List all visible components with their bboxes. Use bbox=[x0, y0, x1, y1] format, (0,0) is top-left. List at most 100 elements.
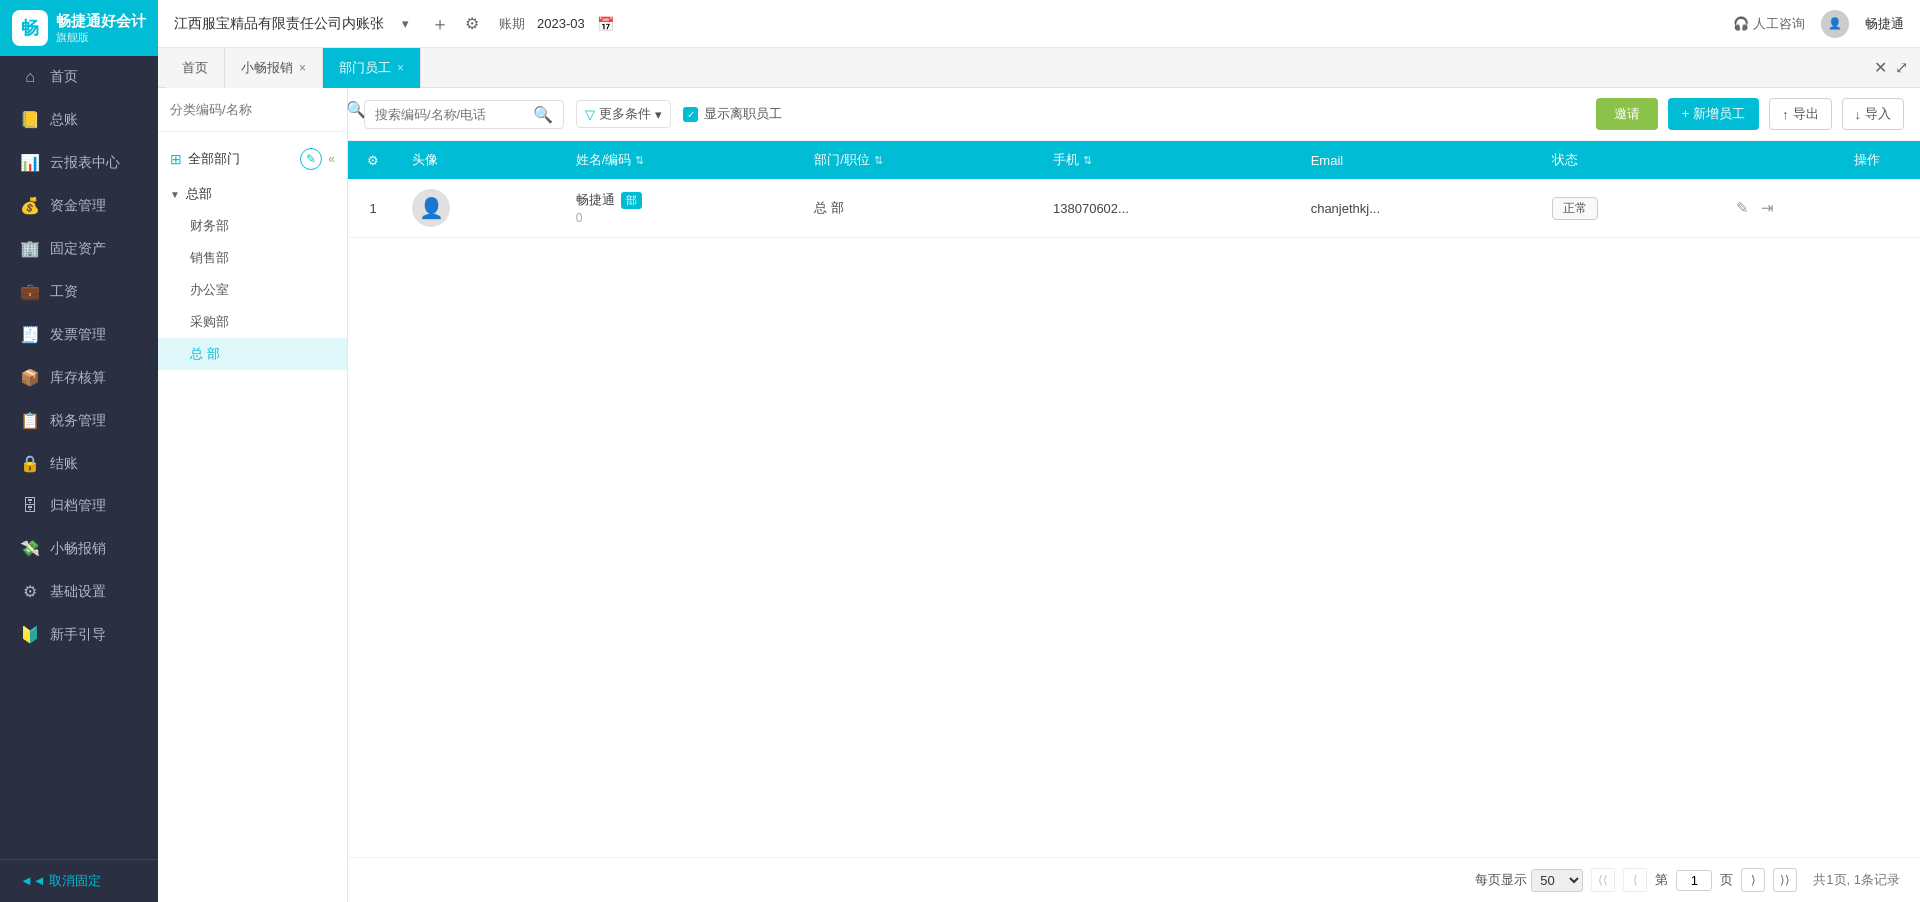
employee-name: 畅捷通 bbox=[576, 191, 615, 209]
sidebar-label-ledger: 总账 bbox=[50, 111, 78, 129]
content-area: 🔍 ⊞ 全部部门 ✎ « ▼ 总部 财务部 销售部 办公室 采购 bbox=[158, 88, 1920, 902]
tab-expense-close-icon[interactable]: × bbox=[299, 61, 306, 75]
dept-group-name: 总部 bbox=[186, 185, 212, 203]
dept-all-item[interactable]: ⊞ 全部部门 ✎ « bbox=[158, 140, 347, 178]
avatar-placeholder: 👤 bbox=[1828, 17, 1842, 30]
invite-btn[interactable]: 邀请 bbox=[1596, 98, 1658, 130]
cell-name: 畅捷通 部 0 bbox=[562, 179, 801, 238]
tab-expense-label: 小畅报销 bbox=[241, 59, 293, 77]
sidebar-item-guide[interactable]: 🔰 新手引导 bbox=[0, 613, 158, 656]
sidebar-label-invoice: 发票管理 bbox=[50, 326, 106, 344]
col-name[interactable]: 姓名/编码 ⇅ bbox=[562, 141, 801, 179]
last-page-btn[interactable]: ⟩⟩ bbox=[1773, 868, 1797, 892]
sidebar-item-settings[interactable]: ⚙ 基础设置 bbox=[0, 570, 158, 613]
col-name-sort-icon[interactable]: ⇅ bbox=[635, 154, 644, 166]
sidebar-item-inventory[interactable]: 📦 库存核算 bbox=[0, 356, 158, 399]
employee-code: 0 bbox=[576, 211, 787, 225]
dept-edit-btn[interactable]: ✎ bbox=[300, 148, 322, 170]
sidebar-item-funds[interactable]: 💰 资金管理 bbox=[0, 184, 158, 227]
export-icon: ↑ bbox=[1782, 107, 1789, 122]
col-phone-sort-icon[interactable]: ⇅ bbox=[1083, 154, 1092, 166]
tab-dept[interactable]: 部门员工 × bbox=[323, 48, 421, 88]
avatar: 👤 bbox=[412, 189, 450, 227]
dept-collapse-icon[interactable]: « bbox=[328, 152, 335, 166]
company-name: 江西服宝精品有限责任公司内账张 bbox=[174, 15, 384, 33]
import-btn[interactable]: ↓ 导入 bbox=[1842, 98, 1905, 130]
ledger-icon: 📒 bbox=[20, 110, 40, 129]
settings-icon: ⚙ bbox=[20, 582, 40, 601]
sidebar-label-inventory: 库存核算 bbox=[50, 369, 106, 387]
pagination: 每页显示 50 100 200 ⟨⟨ ⟨ 第 页 ⟩ ⟩⟩ 共1页, 1条记录 bbox=[348, 857, 1920, 902]
add-employee-btn[interactable]: + 新增员工 bbox=[1668, 98, 1759, 130]
sidebar-item-assets[interactable]: 🏢 固定资产 bbox=[0, 227, 158, 270]
add-company-btn[interactable]: ＋ bbox=[427, 10, 453, 38]
show-resigned-checkbox[interactable]: ✓ bbox=[683, 107, 698, 122]
tabs-bar: 首页 小畅报销 × 部门员工 × ✕ ⤢ bbox=[158, 48, 1920, 88]
name-badge: 畅捷通 部 bbox=[576, 191, 787, 209]
tab-expense[interactable]: 小畅报销 × bbox=[225, 48, 323, 88]
sidebar-item-ledger[interactable]: 📒 总账 bbox=[0, 98, 158, 141]
sidebar-item-salary[interactable]: 💼 工资 bbox=[0, 270, 158, 313]
next-page-btn[interactable]: ⟩ bbox=[1741, 868, 1765, 892]
expand-tab-btn[interactable]: ⤢ bbox=[1895, 58, 1908, 77]
dept-item-general[interactable]: 总 部 bbox=[158, 338, 347, 370]
tab-dept-close-icon[interactable]: × bbox=[397, 61, 404, 75]
sidebar-item-expense[interactable]: 💸 小畅报销 bbox=[0, 527, 158, 570]
sidebar-label-funds: 资金管理 bbox=[50, 197, 106, 215]
col-name-label: 姓名/编码 bbox=[576, 152, 632, 167]
company-dropdown-btn[interactable]: ▾ bbox=[396, 14, 415, 33]
sidebar-item-closing[interactable]: 🔒 结账 bbox=[0, 442, 158, 485]
user-avatar: 👤 bbox=[1821, 10, 1849, 38]
sidebar-label-reports: 云报表中心 bbox=[50, 154, 120, 172]
service-btn[interactable]: 🎧 人工咨询 bbox=[1733, 15, 1805, 33]
col-action: 操作 bbox=[1722, 141, 1920, 179]
prev-page-btn[interactable]: ⟨ bbox=[1623, 868, 1647, 892]
settings-gear-icon[interactable]: ⚙ bbox=[465, 14, 479, 33]
export-label: 导出 bbox=[1793, 105, 1819, 123]
dept-item-purchase[interactable]: 采购部 bbox=[158, 306, 347, 338]
sidebar-item-home[interactable]: ⌂ 首页 bbox=[0, 56, 158, 98]
toolbar-right: 邀请 + 新增员工 ↑ 导出 ↓ 导入 bbox=[1596, 98, 1904, 130]
calendar-icon[interactable]: 📅 bbox=[597, 16, 614, 32]
tab-home[interactable]: 首页 bbox=[166, 48, 225, 88]
sidebar-item-invoice[interactable]: 🧾 发票管理 bbox=[0, 313, 158, 356]
sidebar-item-archive[interactable]: 🗄 归档管理 bbox=[0, 485, 158, 527]
dept-search-input[interactable] bbox=[170, 102, 338, 117]
funds-icon: 💰 bbox=[20, 196, 40, 215]
dept-item-office[interactable]: 办公室 bbox=[158, 274, 347, 306]
col-dept[interactable]: 部门/职位 ⇅ bbox=[800, 141, 1039, 179]
col-settings[interactable]: ⚙ bbox=[348, 141, 398, 179]
tab-dept-label: 部门员工 bbox=[339, 59, 391, 77]
sidebar-label-expense: 小畅报销 bbox=[50, 540, 106, 558]
username: 畅捷通 bbox=[1865, 15, 1904, 33]
page-input[interactable] bbox=[1676, 870, 1712, 891]
first-page-btn[interactable]: ⟨⟨ bbox=[1591, 868, 1615, 892]
employee-search-icon[interactable]: 🔍 bbox=[533, 105, 553, 124]
sidebar-item-tax[interactable]: 📋 税务管理 bbox=[0, 399, 158, 442]
export-btn[interactable]: ↑ 导出 bbox=[1769, 98, 1832, 130]
dept-group-header[interactable]: ▼ 总部 bbox=[158, 178, 347, 210]
employee-search-input[interactable] bbox=[375, 107, 527, 122]
import-icon: ↓ bbox=[1855, 107, 1862, 122]
per-page-select[interactable]: 50 100 200 bbox=[1531, 869, 1583, 892]
close-tab-btn[interactable]: ✕ bbox=[1874, 58, 1887, 77]
expense-icon: 💸 bbox=[20, 539, 40, 558]
col-phone[interactable]: 手机 ⇅ bbox=[1039, 141, 1297, 179]
cancel-fixed-btn[interactable]: ◄◄ 取消固定 bbox=[0, 859, 158, 902]
col-dept-sort-icon[interactable]: ⇅ bbox=[874, 154, 883, 166]
action-btns: ✎ ⇥ bbox=[1736, 199, 1906, 217]
employee-toolbar: 🔍 ▽ 更多条件 ▾ ✓ 显示离职员工 邀请 + 新增员工 ↑ 导出 bbox=[348, 88, 1920, 141]
dept-item-finance[interactable]: 财务部 bbox=[158, 210, 347, 242]
archive-icon: 🗄 bbox=[20, 497, 40, 515]
logout-btn[interactable]: ⇥ bbox=[1761, 199, 1774, 217]
filter-btn[interactable]: ▽ 更多条件 ▾ bbox=[576, 100, 671, 128]
show-resigned-toggle[interactable]: ✓ 显示离职员工 bbox=[683, 105, 782, 123]
guide-icon: 🔰 bbox=[20, 625, 40, 644]
closing-icon: 🔒 bbox=[20, 454, 40, 473]
sidebar-item-reports[interactable]: 📊 云报表中心 bbox=[0, 141, 158, 184]
main-area: 江西服宝精品有限责任公司内账张 ▾ ＋ ⚙ 账期 2023-03 📅 🎧 人工咨… bbox=[158, 0, 1920, 902]
inventory-icon: 📦 bbox=[20, 368, 40, 387]
edit-btn[interactable]: ✎ bbox=[1736, 199, 1749, 217]
sidebar-label-salary: 工资 bbox=[50, 283, 78, 301]
dept-item-sales[interactable]: 销售部 bbox=[158, 242, 347, 274]
